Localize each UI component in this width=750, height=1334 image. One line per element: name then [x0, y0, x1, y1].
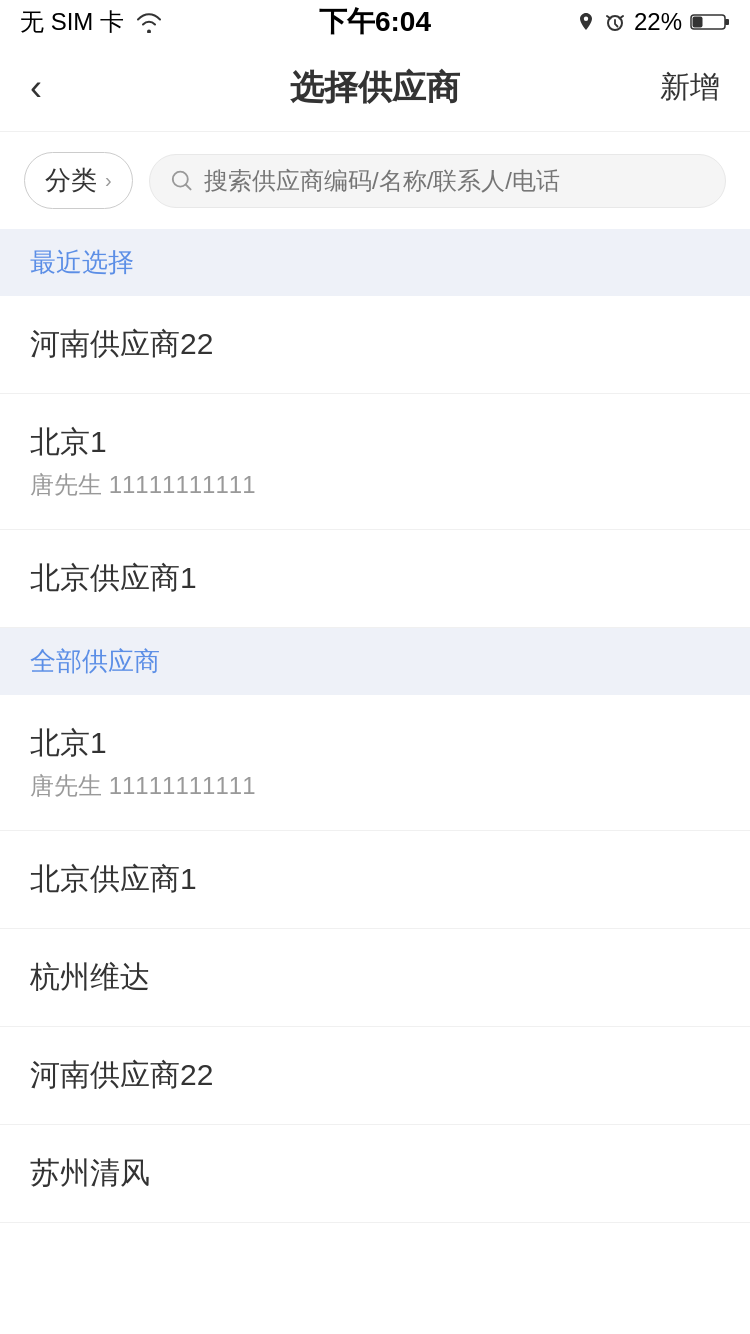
status-right: 22%	[576, 8, 730, 36]
recent-section-title: 最近选择	[30, 247, 134, 277]
status-time: 下午6:04	[319, 3, 431, 41]
alarm-icon	[604, 11, 626, 33]
list-item[interactable]: 北京1 唐先生 11111111111	[0, 394, 750, 530]
item-name: 杭州维达	[30, 957, 720, 998]
item-subtitle: 唐先生 11111111111	[30, 469, 720, 501]
add-button[interactable]: 新增	[660, 67, 720, 108]
search-icon	[170, 168, 194, 194]
list-item[interactable]: 苏州清风	[0, 1125, 750, 1223]
list-item[interactable]: 北京1 唐先生 11111111111	[0, 695, 750, 831]
wifi-icon	[134, 11, 164, 33]
item-subtitle: 唐先生 11111111111	[30, 770, 720, 802]
svg-rect-2	[725, 19, 729, 25]
list-item[interactable]: 北京供应商1	[0, 831, 750, 929]
all-section-header: 全部供应商	[0, 628, 750, 695]
nav-bar: ‹ 选择供应商 新增	[0, 44, 750, 132]
all-section-title: 全部供应商	[30, 646, 160, 676]
item-name: 河南供应商22	[30, 324, 720, 365]
item-name: 苏州清风	[30, 1153, 720, 1194]
recent-items-list: 河南供应商22 北京1 唐先生 11111111111 北京供应商1	[0, 296, 750, 628]
all-items-list: 北京1 唐先生 11111111111 北京供应商1 杭州维达 河南供应商22 …	[0, 695, 750, 1223]
carrier-text: 无 SIM 卡	[20, 6, 124, 38]
list-item[interactable]: 北京供应商1	[0, 530, 750, 628]
category-filter-button[interactable]: 分类 ›	[24, 152, 133, 209]
item-name: 河南供应商22	[30, 1055, 720, 1096]
status-bar: 无 SIM 卡 下午6:04 22%	[0, 0, 750, 44]
item-name: 北京供应商1	[30, 859, 720, 900]
search-input[interactable]	[204, 167, 705, 195]
location-icon	[576, 11, 596, 33]
battery-text: 22%	[634, 8, 682, 36]
back-button[interactable]: ‹	[30, 67, 90, 109]
chevron-right-icon: ›	[105, 169, 112, 192]
filter-bar: 分类 ›	[0, 132, 750, 229]
category-label: 分类	[45, 163, 97, 198]
search-box[interactable]	[149, 154, 726, 208]
item-name: 北京1	[30, 723, 720, 764]
battery-icon	[690, 12, 730, 32]
list-item[interactable]: 河南供应商22	[0, 296, 750, 394]
list-item[interactable]: 杭州维达	[0, 929, 750, 1027]
page-title: 选择供应商	[290, 65, 460, 111]
status-left: 无 SIM 卡	[20, 6, 164, 38]
list-item[interactable]: 河南供应商22	[0, 1027, 750, 1125]
item-name: 北京供应商1	[30, 558, 720, 599]
item-name: 北京1	[30, 422, 720, 463]
svg-rect-3	[693, 17, 703, 28]
recent-section-header: 最近选择	[0, 229, 750, 296]
